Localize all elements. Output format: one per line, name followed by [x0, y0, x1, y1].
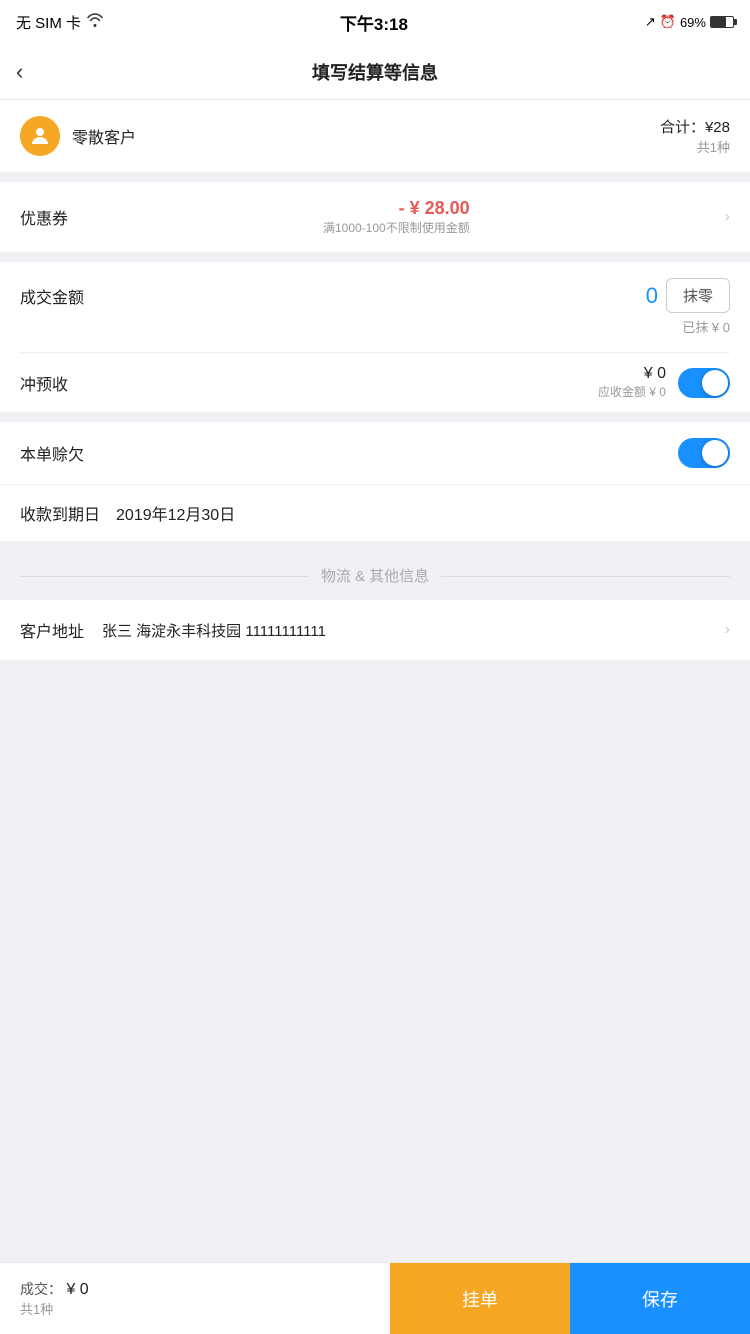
no-sim-text: 无 SIM 卡	[16, 12, 81, 33]
pre-collection-sub: 应收金额 ¥ 0	[598, 383, 666, 400]
amount-section: 成交金额 0 抹零 已抹 ¥ 0	[0, 262, 750, 352]
back-button[interactable]: ‹	[16, 59, 23, 85]
customer-section: 零散客户 合计：¥28 共1种	[0, 100, 750, 172]
toggle-knob	[702, 370, 728, 396]
debt-toggle[interactable]	[678, 438, 730, 468]
due-date-value: 2019年12月30日	[116, 501, 235, 525]
location-icon: ↗	[645, 14, 656, 30]
address-value: 张三 海淀永丰科技园 11111111111	[102, 620, 717, 641]
status-bar: 无 SIM 卡 下午3:18 ↗ ⏰ 69%	[0, 0, 750, 44]
customer-avatar	[20, 116, 60, 156]
address-row[interactable]: 客户地址 张三 海淀永丰科技园 11111111111 ›	[0, 600, 750, 660]
customer-name: 零散客户	[72, 124, 136, 148]
due-date-label: 收款到期日	[20, 501, 100, 525]
total-count: 共1种	[660, 137, 730, 156]
debt-toggle-knob	[702, 440, 728, 466]
bottom-title: 成交：	[20, 1281, 62, 1297]
status-right: ↗ ⏰ 69%	[645, 14, 734, 30]
pre-collection-right: ¥ 0 应收金额 ¥ 0	[598, 365, 730, 400]
debt-label: 本单赊欠	[20, 441, 84, 465]
customer-left: 零散客户	[20, 116, 136, 156]
pre-collection-values: ¥ 0 应收金额 ¥ 0	[598, 365, 666, 400]
pre-collection-row: 冲预收 ¥ 0 应收金额 ¥ 0	[0, 353, 750, 412]
status-time: 下午3:18	[340, 10, 408, 35]
coupon-label: 优惠券	[20, 205, 68, 229]
total-amount: 合计：¥28	[660, 116, 730, 137]
save-button[interactable]: 保存	[570, 1263, 750, 1334]
battery-text: 69%	[680, 15, 706, 30]
bottom-info: 成交： ¥ 0 共1种	[0, 1279, 390, 1318]
pre-collection-toggle[interactable]	[678, 368, 730, 398]
pre-collection-label: 冲预收	[20, 371, 68, 395]
amount-value: 0	[646, 283, 658, 309]
address-section[interactable]: 客户地址 张三 海淀永丰科技园 11111111111 ›	[0, 600, 750, 660]
bottom-amount: ¥ 0	[66, 1281, 88, 1298]
coupon-right: - ¥ 28.00 满1000-100不限制使用金额	[323, 198, 470, 236]
logistics-label: 物流 & 其他信息	[309, 565, 441, 586]
due-date-section: 收款到期日 2019年12月30日	[0, 484, 750, 541]
pre-collection-value: ¥ 0	[598, 365, 666, 383]
bottom-count: 共1种	[20, 1299, 370, 1318]
amount-row: 成交金额 0 抹零	[20, 278, 730, 313]
content: 零散客户 合计：¥28 共1种 优惠券 - ¥ 28.00 满1000-100不…	[0, 100, 750, 742]
bottom-bar: 成交： ¥ 0 共1种 挂单 保存	[0, 1262, 750, 1334]
transaction-section: 成交金额 0 抹零 已抹 ¥ 0 冲预收 ¥ 0 应收金额 ¥ 0	[0, 262, 750, 412]
logistics-header: 物流 & 其他信息	[0, 551, 750, 600]
address-chevron-icon: ›	[725, 621, 730, 639]
alarm-icon: ⏰	[660, 14, 676, 30]
amount-sub: 已抹 ¥ 0	[20, 317, 730, 344]
round-zero-button[interactable]: 抹零	[666, 278, 730, 313]
coupon-subtext: 满1000-100不限制使用金额	[323, 219, 470, 236]
coupon-chevron-icon: ›	[725, 208, 730, 226]
coupon-value: - ¥ 28.00	[323, 198, 470, 219]
coupon-section[interactable]: 优惠券 - ¥ 28.00 满1000-100不限制使用金额 ›	[0, 182, 750, 252]
customer-total: 合计：¥28 共1种	[660, 116, 730, 156]
battery-icon	[710, 16, 734, 28]
wifi-icon	[87, 13, 103, 31]
amount-right: 0 抹零	[646, 278, 730, 313]
address-label: 客户地址	[20, 618, 90, 642]
nav-bar: ‹ 填写结算等信息	[0, 44, 750, 100]
bottom-title-row: 成交： ¥ 0	[20, 1279, 370, 1299]
customer-row: 零散客户 合计：¥28 共1种	[0, 100, 750, 172]
status-left: 无 SIM 卡	[16, 12, 103, 33]
debt-section: 本单赊欠	[0, 422, 750, 484]
hang-order-button[interactable]: 挂单	[390, 1263, 570, 1334]
amount-label: 成交金额	[20, 284, 84, 308]
coupon-row[interactable]: 优惠券 - ¥ 28.00 满1000-100不限制使用金额 ›	[0, 182, 750, 252]
page-title: 填写结算等信息	[312, 59, 438, 85]
